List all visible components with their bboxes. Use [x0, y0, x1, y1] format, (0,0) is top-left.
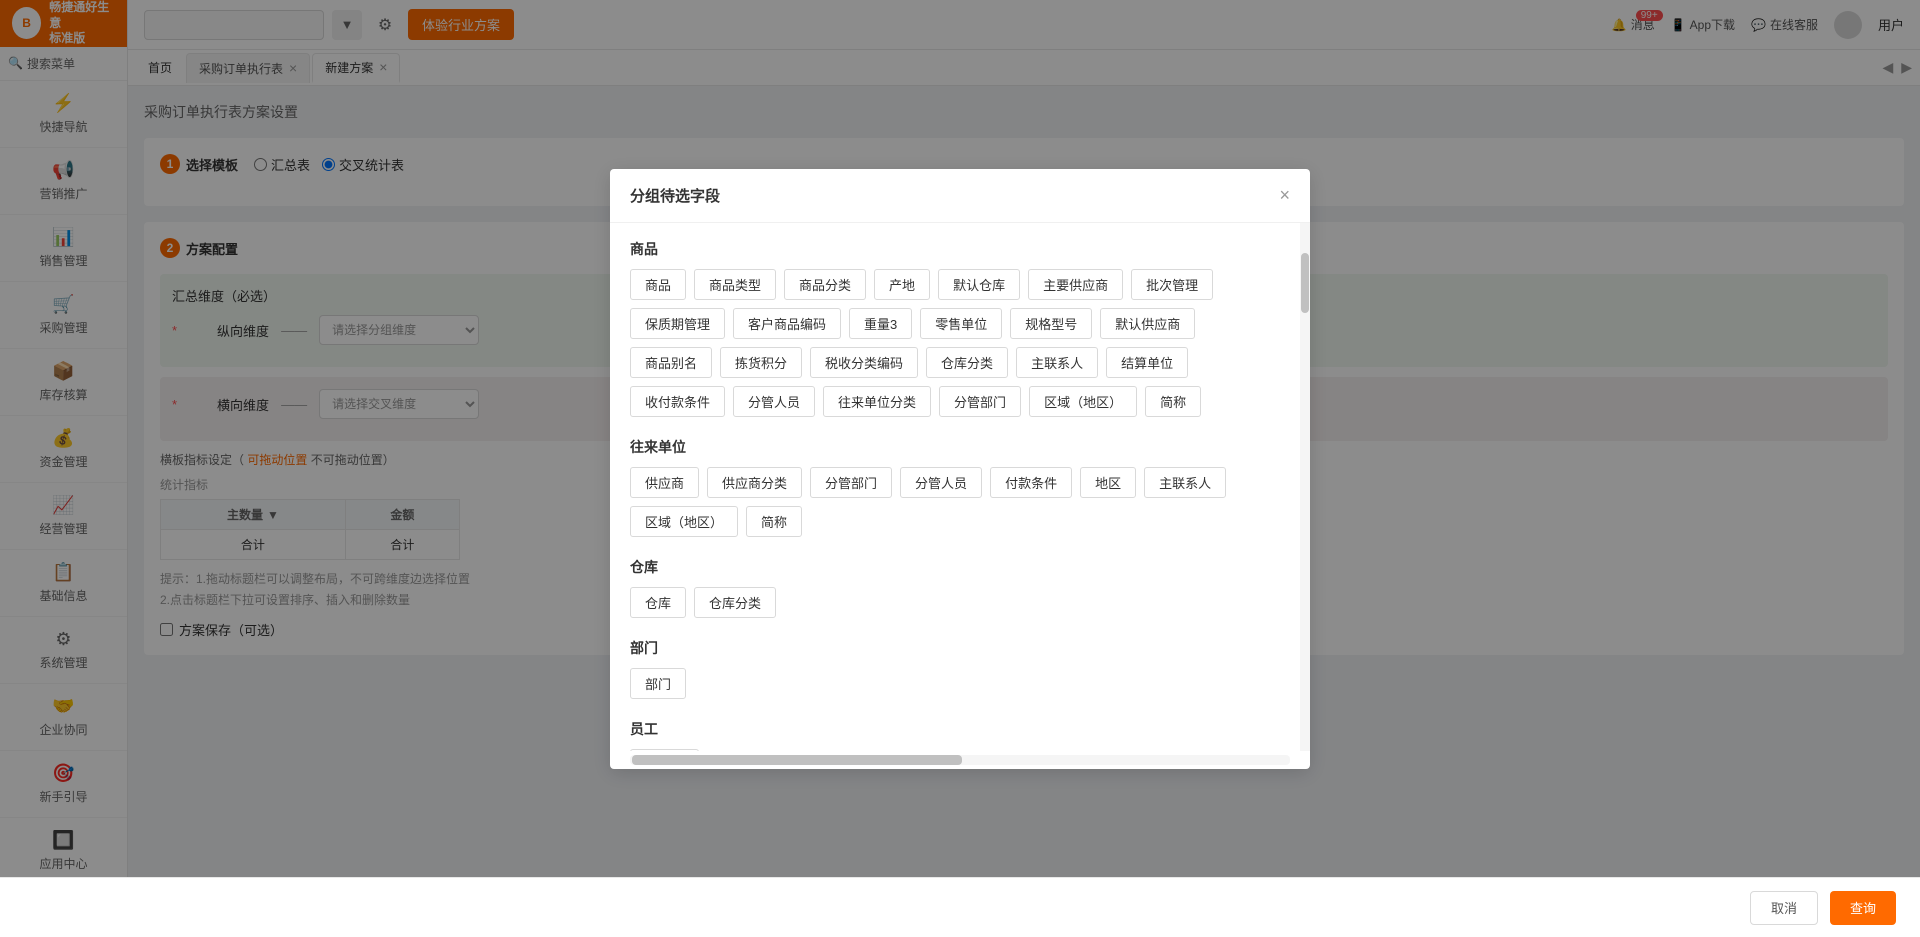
field-tag-重量3[interactable]: 重量3 [849, 308, 912, 339]
field-tag-规格型号[interactable]: 规格型号 [1010, 308, 1092, 339]
field-tag-商品[interactable]: 商品 [630, 269, 686, 300]
modal-overlay[interactable]: 分组待选字段 × 商品商品商品类型商品分类产地默认仓库主要供应商批次管理保质期管… [0, 0, 1920, 937]
field-tag-付款条件[interactable]: 付款条件 [990, 467, 1072, 498]
field-tags-employee: 业务员 [630, 749, 1280, 751]
field-section-title-partner: 往来单位 [630, 437, 1280, 457]
field-tag-默认供应商[interactable]: 默认供应商 [1100, 308, 1195, 339]
modal-hscrollbar-thumb [632, 755, 962, 765]
field-tag-分管人员[interactable]: 分管人员 [733, 386, 815, 417]
field-tag-默认仓库[interactable]: 默认仓库 [938, 269, 1020, 300]
field-tag-客户商品编码[interactable]: 客户商品编码 [733, 308, 841, 339]
field-tags-department: 部门 [630, 668, 1280, 699]
cancel-button[interactable]: 取消 [1750, 891, 1818, 925]
field-tags-partner: 供应商供应商分类分管部门分管人员付款条件地区主联系人区域（地区） 简称 [630, 467, 1280, 537]
modal-header: 分组待选字段 × [610, 169, 1310, 223]
field-tag-区域（地区）[interactable]: 区域（地区） [1029, 386, 1137, 417]
field-section-department: 部门部门 [630, 638, 1280, 699]
modal-close-button[interactable]: × [1279, 185, 1290, 206]
field-tag-仓库分类[interactable]: 仓库分类 [694, 587, 776, 618]
field-tag-结算单位[interactable]: 结算单位 [1106, 347, 1188, 378]
field-tags-goods: 商品商品类型商品分类产地默认仓库主要供应商批次管理保质期管理客户商品编码重量3 零… [630, 269, 1280, 417]
field-tag-拣货积分[interactable]: 拣货积分 [720, 347, 802, 378]
field-section-employee: 员工业务员 [630, 719, 1280, 751]
field-tag-分管部门[interactable]: 分管部门 [810, 467, 892, 498]
modal-hscrollbar[interactable] [630, 755, 1290, 765]
field-tag-供应商分类[interactable]: 供应商分类 [707, 467, 802, 498]
footer: 取消 查询 [0, 877, 1920, 937]
field-tag-批次管理[interactable]: 批次管理 [1131, 269, 1213, 300]
field-section-partner: 往来单位供应商供应商分类分管部门分管人员付款条件地区主联系人区域（地区） 简称 [630, 437, 1280, 537]
field-tag-仓库[interactable]: 仓库 [630, 587, 686, 618]
field-tag-商品分类[interactable]: 商品分类 [784, 269, 866, 300]
field-tag-业务员[interactable]: 业务员 [630, 749, 699, 751]
field-section-title-department: 部门 [630, 638, 1280, 658]
field-tag-商品类型[interactable]: 商品类型 [694, 269, 776, 300]
field-tag-主要供应商[interactable]: 主要供应商 [1028, 269, 1123, 300]
field-section-title-employee: 员工 [630, 719, 1280, 739]
scrollbar-thumb [1301, 253, 1309, 313]
field-tag-主联系人[interactable]: 主联系人 [1144, 467, 1226, 498]
field-tag-分管部门[interactable]: 分管部门 [939, 386, 1021, 417]
field-tag-商品别名[interactable]: 商品别名 [630, 347, 712, 378]
field-section-title-goods: 商品 [630, 239, 1280, 259]
field-tag-产地[interactable]: 产地 [874, 269, 930, 300]
field-tag-部门[interactable]: 部门 [630, 668, 686, 699]
modal-scrollbar[interactable] [1300, 223, 1310, 751]
modal-title: 分组待选字段 [630, 185, 720, 206]
field-tags-warehouse: 仓库仓库分类 [630, 587, 1280, 618]
field-section-warehouse: 仓库仓库仓库分类 [630, 557, 1280, 618]
field-tag-供应商[interactable]: 供应商 [630, 467, 699, 498]
field-tag-仓库分类[interactable]: 仓库分类 [926, 347, 1008, 378]
field-tag-区域（地区）[interactable]: 区域（地区） [630, 506, 738, 537]
field-tag-往来单位分类[interactable]: 往来单位分类 [823, 386, 931, 417]
field-tag-分管人员[interactable]: 分管人员 [900, 467, 982, 498]
field-section-title-warehouse: 仓库 [630, 557, 1280, 577]
modal-body: 商品商品商品类型商品分类产地默认仓库主要供应商批次管理保质期管理客户商品编码重量… [610, 223, 1300, 751]
field-tag-零售单位[interactable]: 零售单位 [920, 308, 1002, 339]
field-section-goods: 商品商品商品类型商品分类产地默认仓库主要供应商批次管理保质期管理客户商品编码重量… [630, 239, 1280, 417]
field-tag-地区[interactable]: 地区 [1080, 467, 1136, 498]
field-tag-保质期管理[interactable]: 保质期管理 [630, 308, 725, 339]
field-tag-简称[interactable]: 简称 [1145, 386, 1201, 417]
confirm-button[interactable]: 查询 [1830, 891, 1896, 925]
modal: 分组待选字段 × 商品商品商品类型商品分类产地默认仓库主要供应商批次管理保质期管… [610, 169, 1310, 769]
field-tag-收付款条件[interactable]: 收付款条件 [630, 386, 725, 417]
field-tag-税收分类编码[interactable]: 税收分类编码 [810, 347, 918, 378]
field-tag-简称[interactable]: 简称 [746, 506, 802, 537]
field-tag-主联系人[interactable]: 主联系人 [1016, 347, 1098, 378]
